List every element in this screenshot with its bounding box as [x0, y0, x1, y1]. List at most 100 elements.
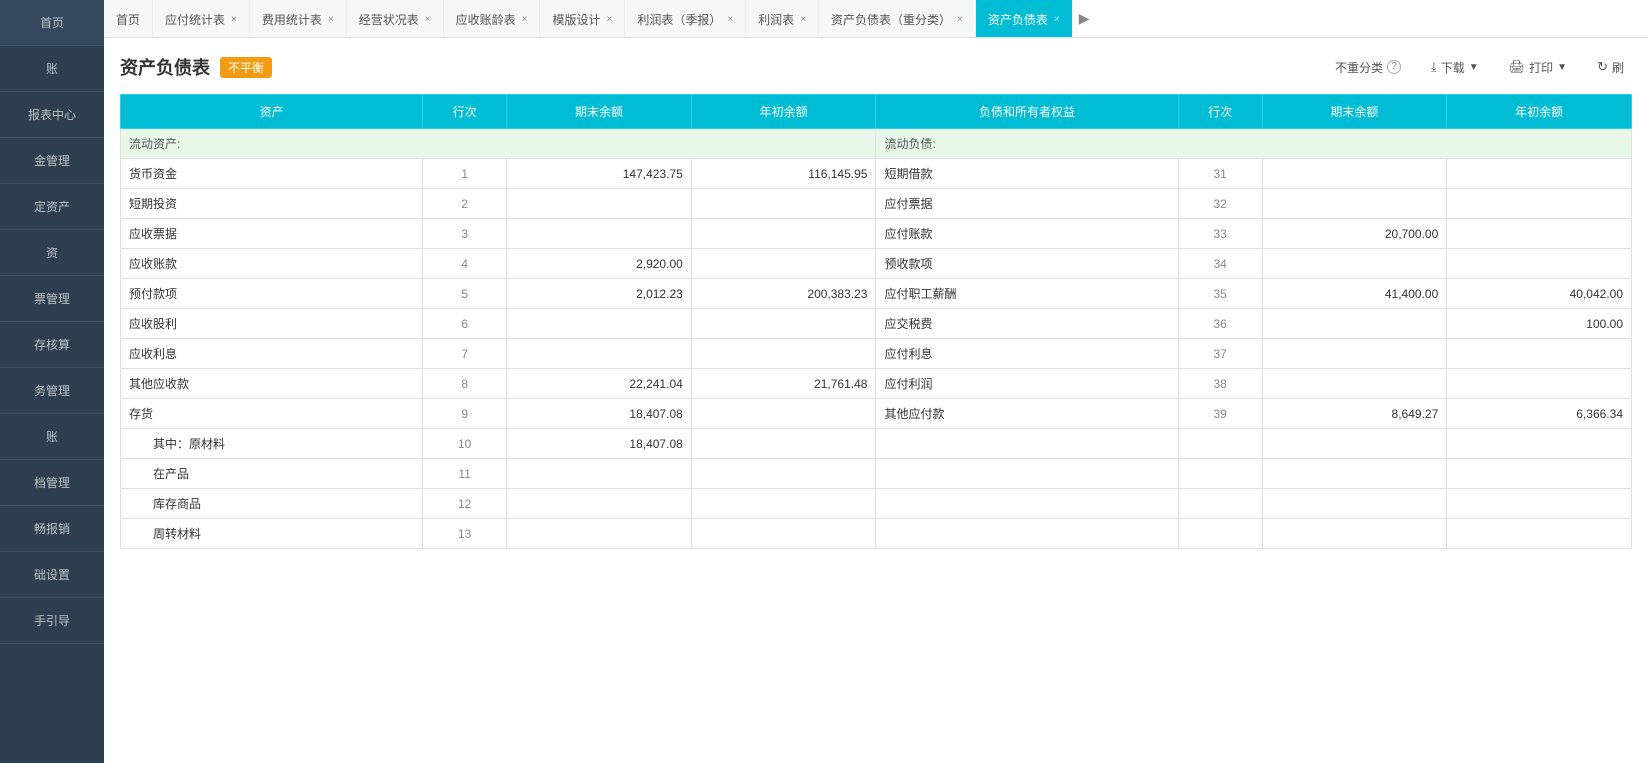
left-row-num: 7 [423, 339, 507, 369]
close-icon[interactable]: × [606, 14, 612, 25]
right-end-balance [1262, 489, 1447, 519]
reclassify-button[interactable]: 不重分类 ? [1327, 55, 1409, 80]
sidebar-item-home[interactable]: 首页 [0, 0, 104, 46]
right-end-balance: 8,649.27 [1262, 399, 1447, 429]
right-end-balance [1262, 339, 1447, 369]
left-year-start [691, 399, 876, 429]
left-end-balance [507, 459, 692, 489]
sidebar-item-account[interactable]: 账 [0, 46, 104, 92]
left-item-name: 周转材料 [121, 519, 423, 549]
print-button[interactable]: 🖨 打印 ▼ [1501, 55, 1575, 80]
tab-home[interactable]: 首页 [104, 0, 153, 38]
table-row: 库存商品 12 [121, 489, 1632, 519]
sidebar-item-inventory[interactable]: 存核算 [0, 322, 104, 368]
right-item-name [876, 519, 1178, 549]
close-icon[interactable]: × [800, 14, 806, 25]
left-row-num: 9 [423, 399, 507, 429]
left-item-name: 其中：原材料 [121, 429, 423, 459]
close-icon[interactable]: × [957, 14, 963, 25]
right-end-balance [1262, 159, 1447, 189]
refresh-button[interactable]: ↻ 刷 [1589, 55, 1632, 80]
sidebar-item-fund[interactable]: 金管理 [0, 138, 104, 184]
left-row-num: 12 [423, 489, 507, 519]
toolbar-right: 不重分类 ? ⤓ 下载 ▼ 🖨 打印 ▼ ↻ 刷 [1327, 55, 1632, 80]
table-section-row: 流动资产: 流动负债: [121, 129, 1632, 159]
sidebar-item-fixed-assets[interactable]: 定资产 [0, 184, 104, 230]
right-row-num: 32 [1178, 189, 1262, 219]
left-year-start [691, 249, 876, 279]
left-year-start [691, 459, 876, 489]
tab-profit[interactable]: 利润表 × [746, 0, 819, 38]
close-icon[interactable]: × [727, 14, 733, 25]
left-row-num: 2 [423, 189, 507, 219]
right-end-balance [1262, 459, 1447, 489]
sidebar-item-ledger[interactable]: 账 [0, 414, 104, 460]
right-end-balance [1262, 309, 1447, 339]
right-year-start [1447, 159, 1632, 189]
left-year-start [691, 339, 876, 369]
left-item-name: 应收股利 [121, 309, 423, 339]
right-year-start [1447, 489, 1632, 519]
page-title: 资产负债表 [120, 54, 210, 80]
left-row-num: 13 [423, 519, 507, 549]
tab-balance[interactable]: 资产负债表 × [976, 0, 1073, 38]
close-icon[interactable]: × [425, 14, 431, 25]
close-icon[interactable]: × [1054, 14, 1060, 25]
right-end-balance [1262, 429, 1447, 459]
right-item-name: 应付职工薪酬 [876, 279, 1178, 309]
right-year-start [1447, 369, 1632, 399]
left-item-name: 其他应收款 [121, 369, 423, 399]
left-end-balance: 2,012.23 [507, 279, 692, 309]
sidebar-item-ticket[interactable]: 票管理 [0, 276, 104, 322]
sidebar-item-guide[interactable]: 手引导 [0, 598, 104, 644]
tab-expense-stats[interactable]: 费用统计表 × [250, 0, 347, 38]
left-row-num: 3 [423, 219, 507, 249]
left-item-name: 货币资金 [121, 159, 423, 189]
tab-aging[interactable]: 应收账龄表 × [444, 0, 541, 38]
download-button[interactable]: ⤓ 下载 ▼ [1423, 55, 1487, 80]
right-end-balance [1262, 189, 1447, 219]
sidebar-item-tax[interactable]: 务管理 [0, 368, 104, 414]
left-item-name: 应收账款 [121, 249, 423, 279]
left-row-num: 5 [423, 279, 507, 309]
report-table: 资产 行次 期末余额 年初余额 负债和所有者权益 行次 期末余额 年初余额 流动… [120, 94, 1632, 549]
info-icon[interactable]: ? [1387, 60, 1401, 74]
tab-template[interactable]: 模版设计 × [540, 0, 625, 38]
right-item-name: 应交税费 [876, 309, 1178, 339]
tab-profit-quarterly[interactable]: 利润表（季报） × [625, 0, 746, 38]
sidebar-item-doc[interactable]: 档管理 [0, 460, 104, 506]
right-item-name [876, 429, 1178, 459]
right-year-start [1447, 249, 1632, 279]
sidebar-item-report-center[interactable]: 报表中心 [0, 92, 104, 138]
table-row: 货币资金 1 147,423.75 116,145.95 短期借款 31 [121, 159, 1632, 189]
sidebar-item-expense[interactable]: 畅报销 [0, 506, 104, 552]
left-row-num: 11 [423, 459, 507, 489]
left-year-start: 200,383.23 [691, 279, 876, 309]
section-right-label: 流动负债: [876, 129, 1632, 159]
right-row-num [1178, 489, 1262, 519]
tab-payable-stats[interactable]: 应付统计表 × [153, 0, 250, 38]
sidebar-item-settings[interactable]: 础设置 [0, 552, 104, 598]
close-icon[interactable]: × [328, 14, 334, 25]
col-year-start: 年初余额 [691, 95, 876, 129]
table-row: 应收利息 7 应付利息 37 [121, 339, 1632, 369]
col-end-balance2: 期末余额 [1262, 95, 1447, 129]
left-year-start [691, 519, 876, 549]
tab-arrow-right[interactable]: ▶ [1073, 0, 1096, 37]
left-year-start [691, 309, 876, 339]
sidebar-item-asset[interactable]: 资 [0, 230, 104, 276]
left-end-balance: 18,407.08 [507, 399, 692, 429]
left-item-name: 在产品 [121, 459, 423, 489]
table-header-row: 资产 行次 期末余额 年初余额 负债和所有者权益 行次 期末余额 年初余额 [121, 95, 1632, 129]
close-icon[interactable]: × [522, 14, 528, 25]
right-year-start [1447, 519, 1632, 549]
right-item-name [876, 489, 1178, 519]
tab-operations[interactable]: 经营状况表 × [347, 0, 444, 38]
col-liability: 负债和所有者权益 [876, 95, 1178, 129]
right-row-num: 37 [1178, 339, 1262, 369]
tab-balance-reclassified[interactable]: 资产负债表（重分类） × [819, 0, 976, 38]
right-year-start: 40,042.00 [1447, 279, 1632, 309]
col-end-balance: 期末余额 [507, 95, 692, 129]
left-end-balance [507, 219, 692, 249]
close-icon[interactable]: × [231, 14, 237, 25]
